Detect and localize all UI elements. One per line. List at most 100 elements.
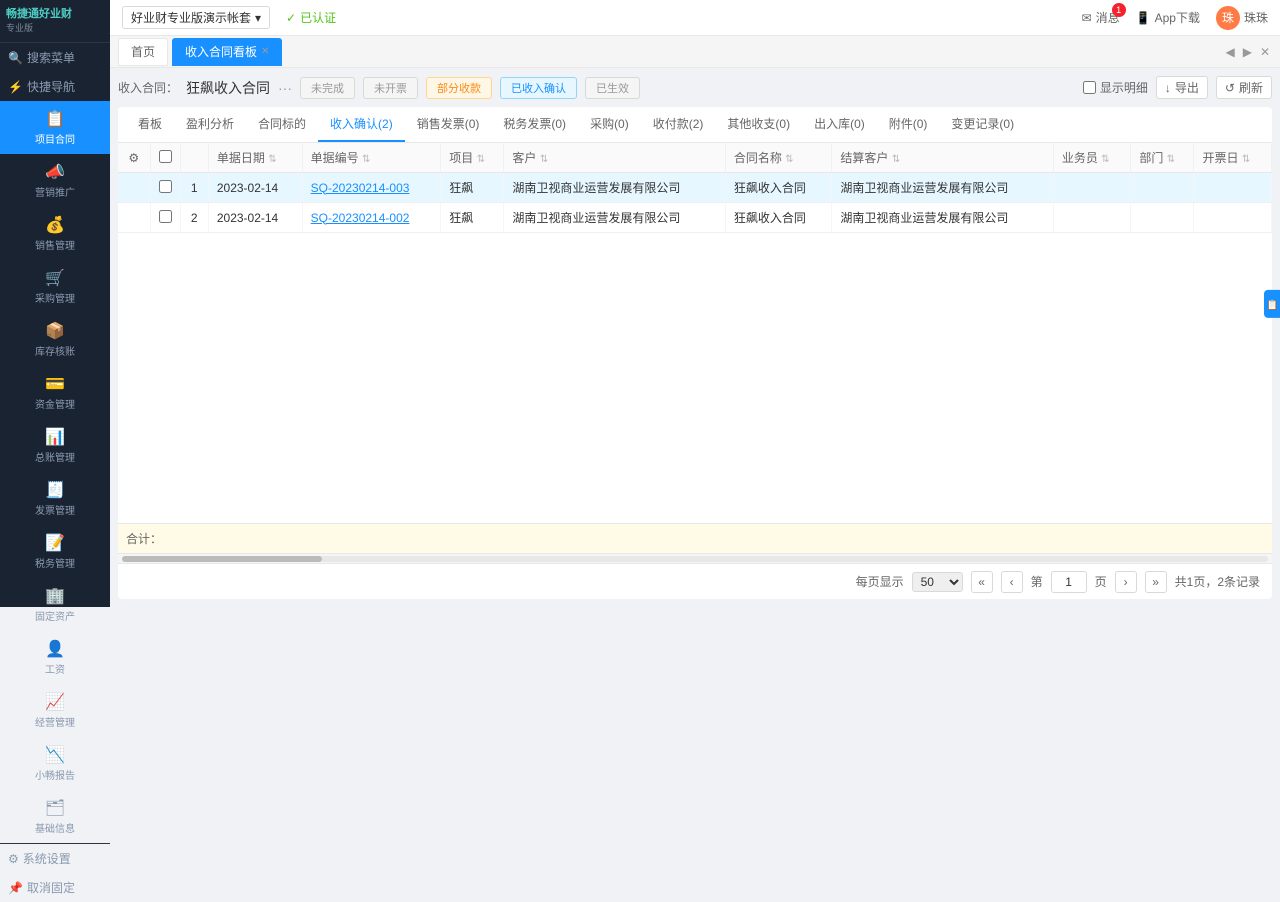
table-row[interactable]: 2 2023-02-14 SQ-20230214-002 狂飙 湖南卫视商业运营…	[118, 203, 1272, 233]
messages-button[interactable]: ✉ 1 消息	[1082, 9, 1120, 26]
customer-cell: 湖南卫视商业运营发展有限公司	[504, 173, 725, 203]
department-sort-icon[interactable]: ⇅	[1167, 154, 1175, 165]
sidebar-item-tax[interactable]: 📝 税务管理	[0, 525, 110, 578]
tab-change-log[interactable]: 变更记录(0)	[939, 107, 1026, 142]
tab-kanban[interactable]: 看板	[126, 107, 174, 142]
date-sort-icon[interactable]: ⇅	[268, 154, 276, 165]
tab-sales-invoice[interactable]: 销售发票(0)	[405, 107, 492, 142]
checkbox-col-header[interactable]	[150, 143, 180, 173]
tab-close-all[interactable]: ✕	[1258, 43, 1272, 61]
sidebar-unpin-label: 取消固定	[27, 879, 75, 896]
page-last[interactable]: »	[1145, 571, 1167, 593]
salesperson-sort-icon[interactable]: ⇅	[1101, 154, 1109, 165]
tab-attachment-label: 附件(0)	[889, 117, 928, 131]
per-page-select[interactable]: 50 100 200	[912, 572, 963, 592]
reports-icon: 📉	[45, 745, 65, 765]
status-incomplete[interactable]: 未完成	[300, 77, 355, 99]
sidebar-item-inventory[interactable]: 📦 库存核账	[0, 313, 110, 366]
tab-nav-prev[interactable]: ◀	[1223, 43, 1236, 61]
company-selector[interactable]: 好业财专业版演示帐套 ▾	[122, 6, 270, 29]
search-icon: 🔍	[8, 51, 23, 65]
open-date-col-header[interactable]: 开票日 ⇅	[1194, 143, 1272, 173]
tab-out-warehouse[interactable]: 出入库(0)	[802, 107, 877, 142]
select-all-checkbox[interactable]	[159, 150, 172, 163]
right-sidebar-icon[interactable]: 📋	[1264, 289, 1280, 317]
tab-standard[interactable]: 合同标的	[246, 107, 318, 142]
page-next[interactable]: ›	[1115, 571, 1137, 593]
row-checkbox-1[interactable]	[159, 210, 172, 223]
status-uninvoiced[interactable]: 未开票	[363, 77, 418, 99]
sidebar-tax-label: 税务管理	[35, 555, 75, 570]
number-cell[interactable]: SQ-20230214-003	[302, 173, 441, 203]
tab-contract[interactable]: 收入合同看板 ✕	[172, 38, 282, 66]
page-unit: 页	[1095, 573, 1107, 590]
sidebar-item-marketing[interactable]: 📣 营销推广	[0, 154, 110, 207]
sidebar-item-basic[interactable]: 🗂 基础信息	[0, 790, 110, 843]
number-link[interactable]: SQ-20230214-003	[311, 181, 410, 195]
customer-sort-icon[interactable]: ⇅	[540, 154, 548, 165]
tab-income-confirm[interactable]: 收入确认(2)	[318, 107, 405, 142]
sidebar-item-quick-nav[interactable]: ⚡ 快捷导航	[0, 72, 110, 101]
checkbox-cell[interactable]	[150, 203, 180, 233]
show-detail-input[interactable]	[1083, 81, 1096, 94]
status-effective[interactable]: 已生效	[585, 77, 640, 99]
number-cell[interactable]: SQ-20230214-002	[302, 203, 441, 233]
project-col-header[interactable]: 项目 ⇅	[441, 143, 504, 173]
sidebar-item-sales[interactable]: 💰 销售管理	[0, 207, 110, 260]
sidebar-item-invoices[interactable]: 🧾 发票管理	[0, 472, 110, 525]
date-col-header[interactable]: 单据日期 ⇅	[208, 143, 302, 173]
tab-purchase[interactable]: 采购(0)	[578, 107, 641, 142]
total-label: 合计：	[126, 530, 162, 547]
sidebar-item-unpin[interactable]: 📌 取消固定	[0, 873, 110, 902]
settle-customer-sort-icon[interactable]: ⇅	[892, 154, 900, 165]
tab-nav-next[interactable]: ▶	[1241, 43, 1254, 61]
row-checkbox-0[interactable]	[159, 180, 172, 193]
table-row[interactable]: 1 2023-02-14 SQ-20230214-003 狂飙 湖南卫视商业运营…	[118, 173, 1272, 203]
page-first[interactable]: «	[971, 571, 993, 593]
sidebar-item-reports[interactable]: 📉 小畅报告	[0, 737, 110, 790]
more-icon[interactable]: ···	[278, 80, 292, 96]
sidebar-item-project[interactable]: 📋 项目合同	[0, 101, 110, 154]
tab-tax-invoice[interactable]: 税务发票(0)	[491, 107, 578, 142]
refresh-button[interactable]: ↺ 刷新	[1216, 76, 1272, 99]
number-col-header[interactable]: 单据编号 ⇅	[302, 143, 441, 173]
show-detail-checkbox[interactable]: 显示明细	[1083, 79, 1148, 96]
tab-bar: 首页 收入合同看板 ✕ ◀ ▶ ✕	[110, 36, 1280, 68]
sidebar-item-purchase[interactable]: 🛒 采购管理	[0, 260, 110, 313]
status-partial[interactable]: 部分收款	[426, 77, 492, 99]
settings-col-header[interactable]: ⚙	[118, 143, 150, 173]
project-sort-icon[interactable]: ⇅	[477, 154, 485, 165]
customer-col-header[interactable]: 客户 ⇅	[504, 143, 725, 173]
department-col-header[interactable]: 部门 ⇅	[1131, 143, 1194, 173]
sidebar-item-ops[interactable]: 📈 经营管理	[0, 684, 110, 737]
app-download-button[interactable]: 📱 App下载	[1136, 9, 1200, 26]
status-confirmed[interactable]: 已收入确认	[500, 77, 577, 99]
sidebar-item-accounting[interactable]: 📊 总账管理	[0, 419, 110, 472]
contract-name-sort-icon[interactable]: ⇅	[785, 154, 793, 165]
tab-other-income[interactable]: 其他收支(0)	[715, 107, 802, 142]
settle-customer-col-header[interactable]: 结算客户 ⇅	[832, 143, 1053, 173]
export-button[interactable]: ↓ 导出	[1156, 76, 1208, 99]
sidebar-item-funds[interactable]: 💳 资金管理	[0, 366, 110, 419]
horizontal-scrollbar[interactable]	[118, 553, 1272, 563]
tab-home-label: 首页	[131, 43, 155, 60]
number-link[interactable]: SQ-20230214-002	[311, 211, 410, 225]
tab-close-icon[interactable]: ✕	[261, 46, 269, 57]
sidebar-item-hr[interactable]: 👤 工资	[0, 631, 110, 684]
open-date-sort-icon[interactable]: ⇅	[1242, 154, 1250, 165]
tab-attachment[interactable]: 附件(0)	[877, 107, 940, 142]
page-number-input[interactable]	[1051, 571, 1087, 593]
contract-name-col-header[interactable]: 合同名称 ⇅	[725, 143, 832, 173]
checkbox-cell[interactable]	[150, 173, 180, 203]
tab-profit[interactable]: 盈利分析	[174, 107, 246, 142]
page-prev[interactable]: ‹	[1001, 571, 1023, 593]
scrollbar-thumb[interactable]	[122, 556, 322, 562]
user-menu[interactable]: 珠 珠珠	[1216, 6, 1268, 30]
sidebar-item-settings[interactable]: ⚙ 系统设置	[0, 844, 110, 873]
salesperson-col-header[interactable]: 业务员 ⇅	[1053, 143, 1131, 173]
tab-payment[interactable]: 收付款(2)	[641, 107, 716, 142]
number-sort-icon[interactable]: ⇅	[362, 154, 370, 165]
sidebar-item-fixed-assets[interactable]: 🏢 固定资产	[0, 578, 110, 631]
sidebar-item-search[interactable]: 🔍 搜索菜单	[0, 43, 110, 72]
tab-home[interactable]: 首页	[118, 38, 168, 66]
